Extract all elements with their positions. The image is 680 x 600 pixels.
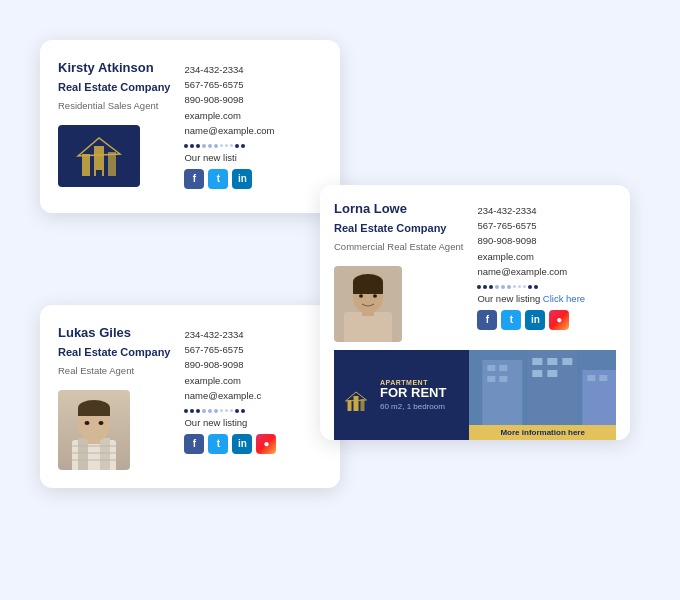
building-logo-icon [72, 134, 126, 178]
lorna-linkedin-icon[interactable]: in [525, 310, 545, 330]
kirsty-facebook-icon[interactable]: f [184, 169, 204, 189]
lukas-twitter-icon[interactable]: t [208, 434, 228, 454]
lorna-social-row: f t in ● [477, 310, 616, 330]
svg-rect-17 [344, 312, 392, 342]
kirsty-logo [58, 125, 140, 187]
kirsty-divider [184, 144, 322, 148]
lorna-twitter-icon[interactable]: t [501, 310, 521, 330]
lorna-instagram-icon[interactable]: ● [549, 310, 569, 330]
lukas-left-col: Lukas Giles Real Estate Company Real Est… [58, 325, 170, 470]
svg-rect-26 [361, 399, 365, 411]
lukas-photo [58, 390, 130, 470]
svg-rect-25 [354, 396, 359, 411]
lukas-social-row: f t in ● [184, 434, 322, 454]
lorna-left-col: Lorna Lowe Real Estate Company Commercia… [334, 201, 463, 342]
apartment-banner: APARTMENT FOR RENT 60 m2, 1 bedroom [334, 350, 616, 440]
lukas-name: Lukas Giles [58, 325, 170, 340]
svg-rect-35 [500, 376, 508, 382]
svg-rect-33 [500, 365, 508, 371]
lorna-listing-link[interactable]: Click here [543, 293, 585, 304]
card-kirsty: Kirsty Atkinson Real Estate Company Resi… [40, 40, 340, 213]
kirsty-social-row: f t in [184, 169, 322, 189]
lorna-company: Real Estate Company [334, 222, 463, 234]
svg-rect-32 [488, 365, 496, 371]
svg-rect-14 [72, 445, 116, 447]
lukas-instagram-icon[interactable]: ● [256, 434, 276, 454]
svg-rect-36 [533, 358, 543, 365]
svg-rect-37 [548, 358, 558, 365]
lukas-linkedin-icon[interactable]: in [232, 434, 252, 454]
lukas-company: Real Estate Company [58, 346, 170, 358]
svg-rect-39 [533, 370, 543, 377]
lorna-divider [477, 285, 616, 289]
svg-rect-0 [82, 154, 90, 176]
lukas-right-col: 234-432-2334 567-765-6575 890-908-9098 e… [184, 325, 322, 470]
lorna-photo [334, 266, 402, 342]
svg-rect-11 [78, 408, 110, 416]
kirsty-left-col: Kirsty Atkinson Real Estate Company Resi… [58, 60, 170, 195]
lorna-contact: 234-432-2334 567-765-6575 890-908-9098 e… [477, 203, 616, 279]
kirsty-contact: 234-432-2334 567-765-6575 890-908-9098 e… [184, 62, 322, 138]
card-lukas: Lukas Giles Real Estate Company Real Est… [40, 305, 340, 488]
lukas-divider [184, 409, 322, 413]
banner-cta-button[interactable]: More information here [469, 425, 616, 440]
banner-right-section: More information here [469, 350, 616, 440]
svg-rect-24 [348, 400, 352, 411]
svg-rect-4 [96, 170, 102, 176]
svg-rect-41 [588, 375, 596, 381]
lorna-right-col: 234-432-2334 567-765-6575 890-908-9098 e… [477, 201, 616, 342]
kirsty-title: Residential Sales Agent [58, 100, 170, 111]
lorna-person-svg [334, 266, 402, 342]
svg-point-23 [373, 294, 377, 298]
kirsty-linkedin-icon[interactable]: in [232, 169, 252, 189]
banner-left-section: APARTMENT FOR RENT 60 m2, 1 bedroom [334, 350, 469, 440]
banner-logo-icon [342, 390, 370, 412]
banner-size-label: 60 m2, 1 bedroom [380, 402, 459, 411]
lorna-sig-layout: Lorna Lowe Real Estate Company Commercia… [334, 201, 616, 342]
lukas-title: Real Estate Agent [58, 365, 170, 376]
lukas-facebook-icon[interactable]: f [184, 434, 204, 454]
lorna-name: Lorna Lowe [334, 201, 463, 216]
lukas-contact: 234-432-2334 567-765-6575 890-908-9098 e… [184, 327, 322, 403]
lukas-listing: Our new listing [184, 417, 322, 428]
lukas-person-svg [58, 390, 130, 470]
kirsty-right-col: 234-432-2334 567-765-6575 890-908-9098 e… [184, 60, 322, 195]
lorna-listing: Our new listing Click here [477, 293, 616, 304]
kirsty-name: Kirsty Atkinson [58, 60, 170, 75]
lukas-sig-layout: Lukas Giles Real Estate Company Real Est… [58, 325, 322, 470]
kirsty-company: Real Estate Company [58, 81, 170, 93]
svg-rect-21 [353, 282, 383, 294]
lorna-facebook-icon[interactable]: f [477, 310, 497, 330]
svg-rect-34 [488, 376, 496, 382]
svg-rect-16 [72, 459, 116, 461]
kirsty-sig-layout: Kirsty Atkinson Real Estate Company Resi… [58, 60, 322, 195]
card-lorna: Lorna Lowe Real Estate Company Commercia… [320, 185, 630, 440]
svg-rect-38 [563, 358, 573, 365]
scene: Kirsty Atkinson Real Estate Company Resi… [30, 20, 650, 580]
svg-rect-40 [548, 370, 558, 377]
kirsty-twitter-icon[interactable]: t [208, 169, 228, 189]
svg-point-22 [359, 294, 363, 298]
svg-rect-15 [72, 452, 116, 454]
svg-point-12 [85, 421, 90, 425]
svg-rect-42 [600, 375, 608, 381]
lorna-title: Commercial Real Estate Agent [334, 241, 463, 252]
kirsty-listing: Our new listi [184, 152, 322, 163]
svg-rect-2 [108, 152, 116, 176]
svg-point-13 [99, 421, 104, 425]
banner-for-rent-label: FOR RENT [380, 386, 459, 400]
